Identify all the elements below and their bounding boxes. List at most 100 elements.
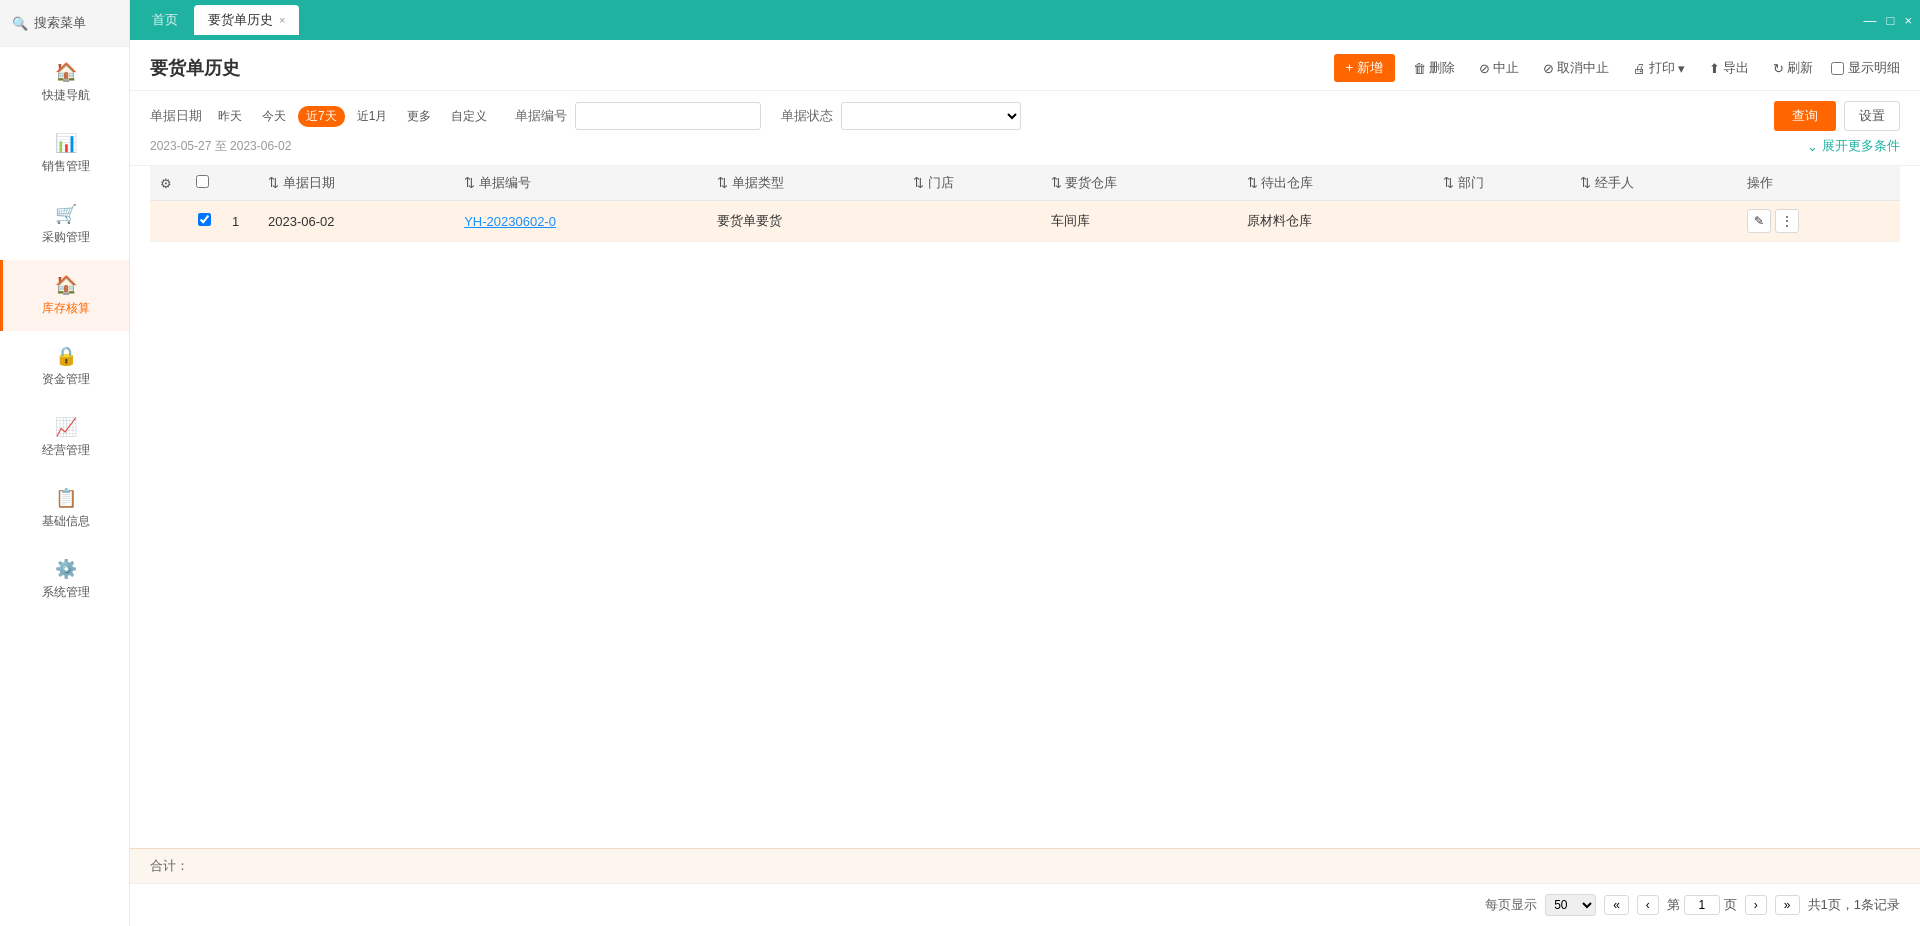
td-checkbox bbox=[186, 201, 222, 242]
sidebar-search[interactable]: 🔍 搜索菜单 bbox=[0, 0, 129, 47]
table-header-row: ⚙ ⇅ 单据日期 ⇅ 单据编号 ⇅ 单据类型 ⇅ 门店 ⇅ 要货仓库 ⇅ 待出 bbox=[150, 166, 1900, 201]
settings-icon[interactable]: ⚙ bbox=[160, 176, 172, 191]
th-num bbox=[222, 166, 258, 201]
th-operation: 操作 bbox=[1737, 166, 1900, 201]
th-store: ⇅ 门店 bbox=[903, 166, 1040, 201]
last-page-button[interactable]: » bbox=[1775, 895, 1800, 915]
tab-label-home: 首页 bbox=[152, 11, 178, 29]
sidebar-icon-quick-nav: 🏠 bbox=[55, 61, 77, 83]
sidebar-item-quick-nav[interactable]: 🏠 快捷导航 bbox=[0, 47, 129, 118]
header-actions: + 新增 🗑 删除 ⊘ 中止 ⊘ 取消中止 🖨 打 bbox=[1334, 54, 1901, 82]
td-store bbox=[903, 201, 1040, 242]
display-detail-toggle[interactable]: 显示明细 bbox=[1831, 59, 1900, 77]
maximize-button[interactable]: □ bbox=[1887, 13, 1895, 28]
print-icon: 🖨 bbox=[1633, 61, 1646, 76]
td-doc-date: 2023-06-02 bbox=[258, 201, 454, 242]
td-operation: ✎ ⋮ bbox=[1737, 201, 1900, 242]
sidebar: 🔍 搜索菜单 🏠 快捷导航 📊销售管理 🛒 采购管理 🏠库存核算🔒资金管理📈经营管理 📋 基础… bbox=[0, 0, 130, 926]
td-doc-no: YH-20230602-0 bbox=[454, 201, 707, 242]
delete-button[interactable]: 🗑 删除 bbox=[1407, 55, 1461, 81]
display-detail-checkbox[interactable] bbox=[1831, 62, 1844, 75]
next-page-button[interactable]: › bbox=[1745, 895, 1767, 915]
date-tab-today[interactable]: 今天 bbox=[254, 106, 294, 127]
sidebar-label-inventory: 库存核算 bbox=[42, 300, 90, 317]
select-all-checkbox[interactable] bbox=[196, 175, 209, 188]
suspend-icon: ⊘ bbox=[1479, 61, 1490, 76]
date-tab-last7[interactable]: 近7天 bbox=[298, 106, 345, 127]
query-button[interactable]: 查询 bbox=[1774, 101, 1836, 131]
print-dropdown-icon: ▾ bbox=[1678, 61, 1685, 76]
export-button[interactable]: ⬆ 导出 bbox=[1703, 55, 1755, 81]
doc-no-filter-group: 单据编号 bbox=[515, 102, 761, 130]
date-filter-group: 单据日期 昨天今天近7天近1月更多自定义 bbox=[150, 106, 495, 127]
th-settings: ⚙ bbox=[150, 166, 186, 201]
sidebar-icon-purchase: 🛒 bbox=[55, 203, 77, 225]
sidebar-item-basic-info[interactable]: 📋 基础信息 bbox=[0, 473, 129, 544]
cancel-suspend-icon: ⊘ bbox=[1543, 61, 1554, 76]
doc-no-input[interactable] bbox=[575, 102, 761, 130]
settings-button[interactable]: 设置 bbox=[1844, 101, 1900, 131]
print-button[interactable]: 🖨 打印 ▾ bbox=[1627, 55, 1691, 81]
sidebar-search-label: 搜索菜单 bbox=[34, 14, 86, 32]
doc-status-select[interactable] bbox=[841, 102, 1021, 130]
first-page-button[interactable]: « bbox=[1604, 895, 1629, 915]
sidebar-label-system: 系统管理 bbox=[42, 584, 90, 601]
page-size-select[interactable]: 50 10 20 100 bbox=[1545, 894, 1596, 916]
date-label: 单据日期 bbox=[150, 107, 202, 125]
suspend-button[interactable]: ⊘ 中止 bbox=[1473, 55, 1525, 81]
tab-close-requisition-history[interactable]: × bbox=[279, 14, 285, 26]
th-checkbox bbox=[186, 166, 222, 201]
sidebar-item-operation[interactable]: 📈经营管理 bbox=[0, 402, 129, 473]
th-req-warehouse: ⇅ 要货仓库 bbox=[1041, 166, 1237, 201]
sidebar-item-purchase[interactable]: 🛒 采购管理 bbox=[0, 189, 129, 260]
date-range-display: 2023-05-27 至 2023-06-02 bbox=[150, 138, 291, 155]
sidebar-label-purchase: 采购管理 bbox=[42, 229, 90, 246]
export-icon: ⬆ bbox=[1709, 61, 1720, 76]
sidebar-icon-sales: 📊 bbox=[55, 132, 77, 154]
th-handler: ⇅ 经手人 bbox=[1570, 166, 1737, 201]
filter-row-1: 单据日期 昨天今天近7天近1月更多自定义 单据编号 单据状态 查 bbox=[150, 101, 1900, 131]
sidebar-icon-finance: 🔒 bbox=[55, 345, 77, 367]
refresh-button[interactable]: ↻ 刷新 bbox=[1767, 55, 1819, 81]
tab-home[interactable]: 首页 bbox=[138, 5, 192, 35]
cancel-suspend-button[interactable]: ⊘ 取消中止 bbox=[1537, 55, 1615, 81]
new-button[interactable]: + 新增 bbox=[1334, 54, 1396, 82]
sidebar-icon-basic-info: 📋 bbox=[55, 487, 77, 509]
sidebar-label-basic-info: 基础信息 bbox=[42, 513, 90, 530]
td-pending-warehouse: 原材料仓库 bbox=[1237, 201, 1433, 242]
sidebar-icon-system: ⚙️ bbox=[55, 558, 77, 580]
row-more-button[interactable]: ⋮ bbox=[1775, 209, 1799, 233]
td-num: 1 bbox=[222, 201, 258, 242]
doc-no-link[interactable]: YH-20230602-0 bbox=[464, 214, 556, 229]
sidebar-item-inventory[interactable]: 🏠库存核算 bbox=[0, 260, 129, 331]
sidebar-item-sales[interactable]: 📊销售管理 bbox=[0, 118, 129, 189]
minimize-button[interactable]: — bbox=[1864, 13, 1877, 28]
sidebar-item-finance[interactable]: 🔒资金管理 bbox=[0, 331, 129, 402]
sidebar-item-system[interactable]: ⚙️ 系统管理 bbox=[0, 544, 129, 615]
date-tab-yesterday[interactable]: 昨天 bbox=[210, 106, 250, 127]
filter-area: 单据日期 昨天今天近7天近1月更多自定义 单据编号 单据状态 查 bbox=[130, 91, 1920, 166]
date-tab-last_month[interactable]: 近1月 bbox=[349, 106, 396, 127]
date-tab-more[interactable]: 更多 bbox=[399, 106, 439, 127]
total-info: 共1页，1条记录 bbox=[1808, 896, 1900, 914]
table-row: 1 2023-06-02 YH-20230602-0 要货单要货 车间库 原材料… bbox=[150, 201, 1900, 242]
data-table: ⚙ ⇅ 单据日期 ⇅ 单据编号 ⇅ 单据类型 ⇅ 门店 ⇅ 要货仓库 ⇅ 待出 bbox=[150, 166, 1900, 242]
date-tabs: 昨天今天近7天近1月更多自定义 bbox=[210, 106, 495, 127]
date-tab-custom[interactable]: 自定义 bbox=[443, 106, 495, 127]
doc-status-filter-group: 单据状态 bbox=[781, 102, 1021, 130]
row-checkbox[interactable] bbox=[198, 213, 211, 226]
th-doc-date: ⇅ 单据日期 bbox=[258, 166, 454, 201]
tab-requisition-history[interactable]: 要货单历史× bbox=[194, 5, 299, 35]
doc-status-label: 单据状态 bbox=[781, 107, 833, 125]
sidebar-label-operation: 经营管理 bbox=[42, 442, 90, 459]
row-edit-button[interactable]: ✎ bbox=[1747, 209, 1771, 233]
page-number-input[interactable] bbox=[1684, 895, 1720, 915]
td-handler bbox=[1570, 201, 1737, 242]
expand-icon: ⌄ bbox=[1807, 139, 1818, 154]
td-req-warehouse: 车间库 bbox=[1041, 201, 1237, 242]
table-body: 1 2023-06-02 YH-20230602-0 要货单要货 车间库 原材料… bbox=[150, 201, 1900, 242]
prev-page-button[interactable]: ‹ bbox=[1637, 895, 1659, 915]
sidebar-label-quick-nav: 快捷导航 bbox=[42, 87, 90, 104]
expand-more-button[interactable]: ⌄ 展开更多条件 bbox=[1807, 137, 1900, 155]
close-button[interactable]: × bbox=[1904, 13, 1912, 28]
